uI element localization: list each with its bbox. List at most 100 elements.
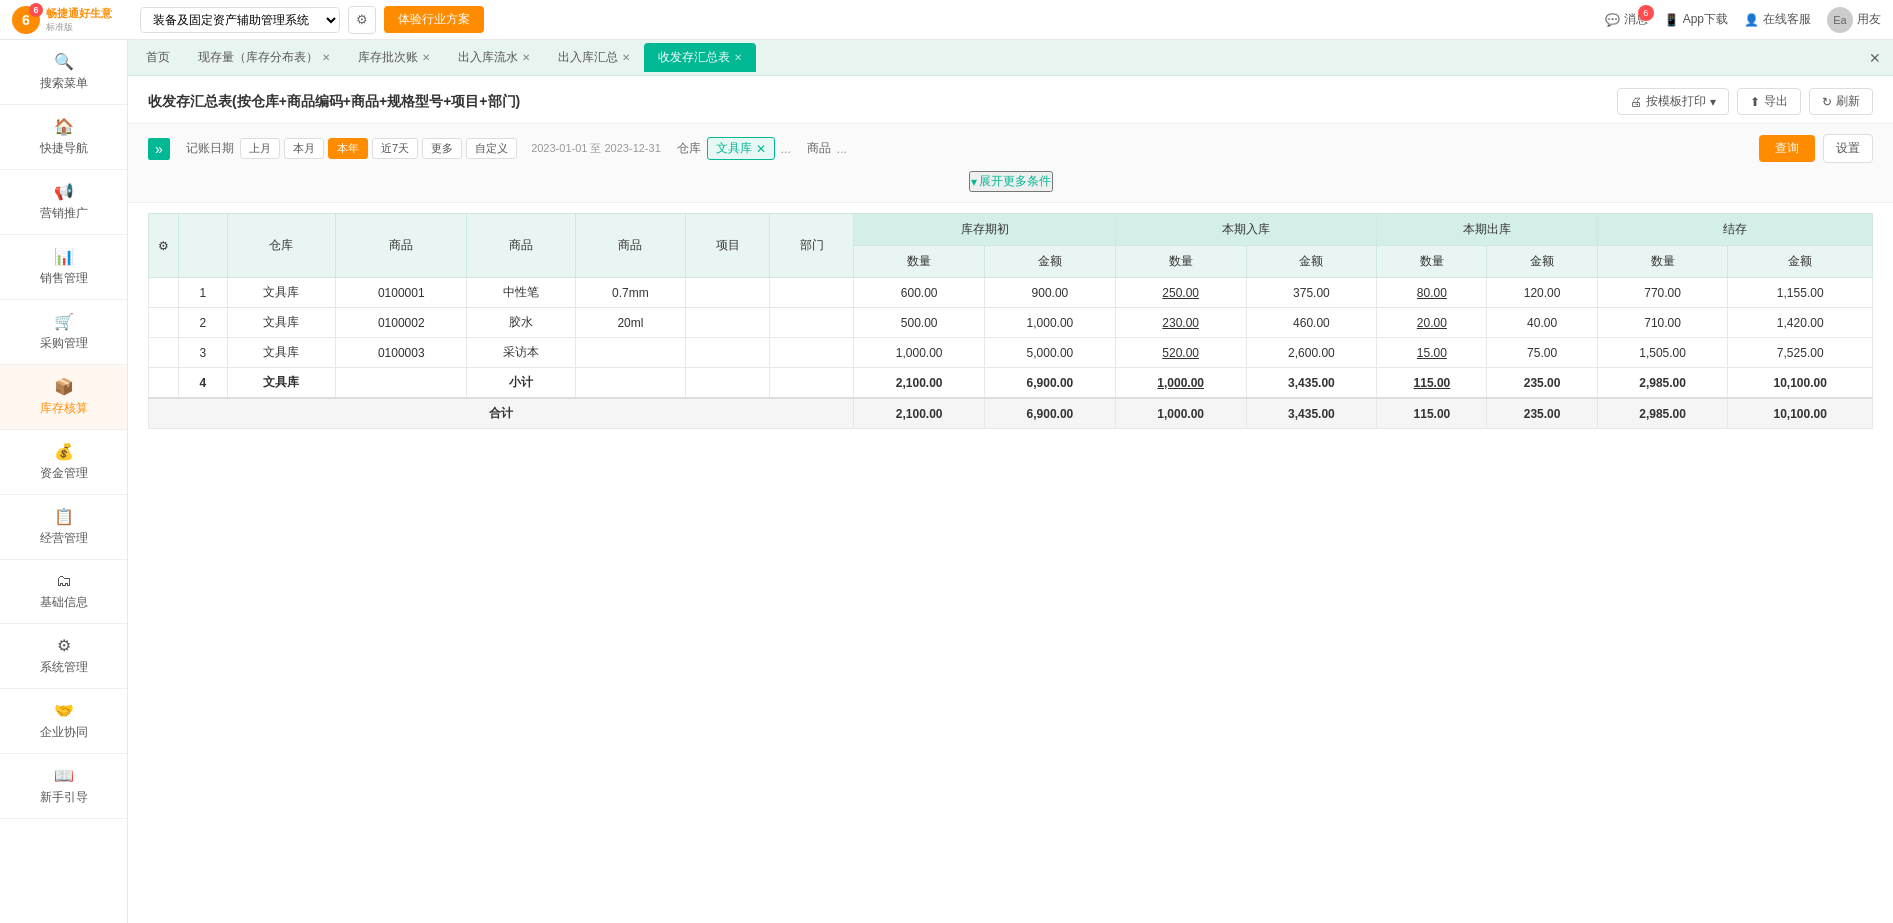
row-warehouse: 文具库 xyxy=(227,368,336,399)
date-btn-this-month[interactable]: 本月 xyxy=(284,138,324,159)
sidebar-item-search[interactable]: 🔍 搜索菜单 xyxy=(0,40,127,105)
top-header: 6 6 畅捷通好生意 标准版 装备及固定资产辅助管理系统 ⚙ 体验行业方案 💬 … xyxy=(0,0,1893,40)
date-btn-7days[interactable]: 近7天 xyxy=(372,138,418,159)
row-amt-end: 1,420.00 xyxy=(1728,308,1873,338)
sidebar-item-system[interactable]: ⚙ 系统管理 xyxy=(0,624,127,689)
phone-icon: 📱 xyxy=(1664,13,1679,27)
settings-button[interactable]: ⚙ xyxy=(348,6,376,34)
tab-batch-ledger[interactable]: 库存批次账 ✕ xyxy=(344,43,444,72)
date-btn-more[interactable]: 更多 xyxy=(422,138,462,159)
tab-close-batch-ledger[interactable]: ✕ xyxy=(422,52,430,63)
col-no xyxy=(179,214,228,278)
support-icon: 👤 xyxy=(1744,13,1759,27)
goods-filter: 商品 ... xyxy=(807,140,847,157)
message-button[interactable]: 💬 消息 6 xyxy=(1605,11,1648,28)
row-check xyxy=(149,308,179,338)
goods-ellipsis[interactable]: ... xyxy=(837,142,847,156)
guide-icon: 📖 xyxy=(54,766,74,785)
online-support-button[interactable]: 👤 在线客服 xyxy=(1744,11,1811,28)
col-code: 商品 xyxy=(336,214,467,278)
system-title-dropdown[interactable]: 装备及固定资产辅助管理系统 xyxy=(140,7,340,33)
tab-receipt-summary[interactable]: 收发存汇总表 ✕ xyxy=(644,43,756,72)
basic-info-icon: 🗂 xyxy=(56,572,72,590)
row-amt-in: 3,435.00 xyxy=(1246,368,1377,399)
row-qty-out[interactable]: 80.00 xyxy=(1377,278,1487,308)
row-warehouse: 文具库 xyxy=(227,338,336,368)
tab-inout-summary[interactable]: 出入库汇总 ✕ xyxy=(544,43,644,72)
system-title-area: 装备及固定资产辅助管理系统 ⚙ 体验行业方案 xyxy=(140,6,1605,34)
col-project: 项目 xyxy=(686,214,770,278)
sidebar-item-collab[interactable]: 🤝 企业协同 xyxy=(0,689,127,754)
set-button[interactable]: 设置 xyxy=(1823,134,1873,163)
date-btn-last-month[interactable]: 上月 xyxy=(240,138,280,159)
experience-button[interactable]: 体验行业方案 xyxy=(384,6,484,33)
col-warehouse: 仓库 xyxy=(227,214,336,278)
export-icon: ⬆ xyxy=(1750,95,1760,109)
row-qty-out[interactable]: 15.00 xyxy=(1377,338,1487,368)
row-qty-in[interactable]: 1,000.00 xyxy=(1115,368,1246,399)
filter-toggle-button[interactable]: » xyxy=(148,138,170,160)
tab-inventory-dist[interactable]: 现存量（库存分布表） ✕ xyxy=(184,43,344,72)
filter-area: » 记账日期 上月 本月 本年 近7天 更多 自定义 2023-01-01 至 xyxy=(128,124,1893,203)
col-end-amt: 金额 xyxy=(1728,246,1873,278)
row-spec xyxy=(575,368,685,399)
sidebar-item-guide[interactable]: 📖 新手引导 xyxy=(0,754,127,819)
tab-close-inventory-dist[interactable]: ✕ xyxy=(322,52,330,63)
row-amt-out: 75.00 xyxy=(1487,338,1597,368)
sidebar-item-sales[interactable]: 📊 销售管理 xyxy=(0,235,127,300)
sidebar-item-basic-info[interactable]: 🗂 基础信息 xyxy=(0,560,127,624)
total-out-amt: 235.00 xyxy=(1487,398,1597,429)
date-btn-this-year[interactable]: 本年 xyxy=(328,138,368,159)
sidebar-item-nav[interactable]: 🏠 快捷导航 xyxy=(0,105,127,170)
row-dept xyxy=(770,368,854,399)
tab-close-inout-summary[interactable]: ✕ xyxy=(622,52,630,63)
row-qty-in[interactable]: 230.00 xyxy=(1115,308,1246,338)
row-amt-in: 460.00 xyxy=(1246,308,1377,338)
sidebar-item-marketing[interactable]: 📢 营销推广 xyxy=(0,170,127,235)
app-download-button[interactable]: 📱 App下载 xyxy=(1664,11,1728,28)
row-amt-out: 40.00 xyxy=(1487,308,1597,338)
date-filter: 记账日期 上月 本月 本年 近7天 更多 自定义 2023-01-01 至 20… xyxy=(186,138,661,159)
col-group-in: 本期入库 xyxy=(1115,214,1377,246)
row-qty-end: 1,505.00 xyxy=(1597,338,1728,368)
expand-conditions-button[interactable]: ▾ 展开更多条件 xyxy=(969,171,1053,192)
date-btn-custom[interactable]: 自定义 xyxy=(466,138,517,159)
col-spec: 商品 xyxy=(575,214,685,278)
tab-home[interactable]: 首页 xyxy=(132,43,184,72)
row-qty-out[interactable]: 20.00 xyxy=(1377,308,1487,338)
page-header: 收发存汇总表(按仓库+商品编码+商品+规格型号+项目+部门) 🖨 按模板打印 ▾… xyxy=(128,76,1893,124)
row-qty-in[interactable]: 520.00 xyxy=(1115,338,1246,368)
collab-icon: 🤝 xyxy=(54,701,74,720)
warehouse-remove[interactable]: ✕ xyxy=(756,142,766,156)
row-qty-out[interactable]: 115.00 xyxy=(1377,368,1487,399)
row-amt-out: 235.00 xyxy=(1487,368,1597,399)
row-warehouse: 文具库 xyxy=(227,308,336,338)
sidebar-item-finance[interactable]: 💰 资金管理 xyxy=(0,430,127,495)
row-code: 0100003 xyxy=(336,338,467,368)
warehouse-ellipsis[interactable]: ... xyxy=(781,142,791,156)
user-menu[interactable]: Ea 用友 xyxy=(1827,7,1881,33)
row-amt-in: 2,600.00 xyxy=(1246,338,1377,368)
message-badge: 6 xyxy=(1638,5,1654,21)
finance-icon: 💰 xyxy=(54,442,74,461)
total-init-amt: 6,900.00 xyxy=(985,398,1116,429)
refresh-button[interactable]: ↻ 刷新 xyxy=(1809,88,1873,115)
tab-close-receipt-summary[interactable]: ✕ xyxy=(734,52,742,63)
sidebar-item-purchase[interactable]: 🛒 采购管理 xyxy=(0,300,127,365)
print-button[interactable]: 🖨 按模板打印 ▾ xyxy=(1617,88,1729,115)
total-init-qty: 2,100.00 xyxy=(854,398,985,429)
table-settings-col[interactable]: ⚙ xyxy=(149,214,179,278)
sidebar-item-management[interactable]: 📋 经营管理 xyxy=(0,495,127,560)
row-check xyxy=(149,338,179,368)
sidebar-item-inventory[interactable]: 📦 库存核算 xyxy=(0,365,127,430)
tab-inout-flow[interactable]: 出入库流水 ✕ xyxy=(444,43,544,72)
print-icon: 🖨 xyxy=(1630,95,1642,109)
tab-close-inout-flow[interactable]: ✕ xyxy=(522,52,530,63)
col-out-amt: 金额 xyxy=(1487,246,1597,278)
tab-close-all[interactable]: ✕ xyxy=(1861,50,1889,66)
row-qty-in[interactable]: 250.00 xyxy=(1115,278,1246,308)
query-button[interactable]: 查询 xyxy=(1759,135,1815,162)
search-icon: 🔍 xyxy=(54,52,74,71)
filter-row: » 记账日期 上月 本月 本年 近7天 更多 自定义 2023-01-01 至 xyxy=(148,134,1873,163)
export-button[interactable]: ⬆ 导出 xyxy=(1737,88,1801,115)
